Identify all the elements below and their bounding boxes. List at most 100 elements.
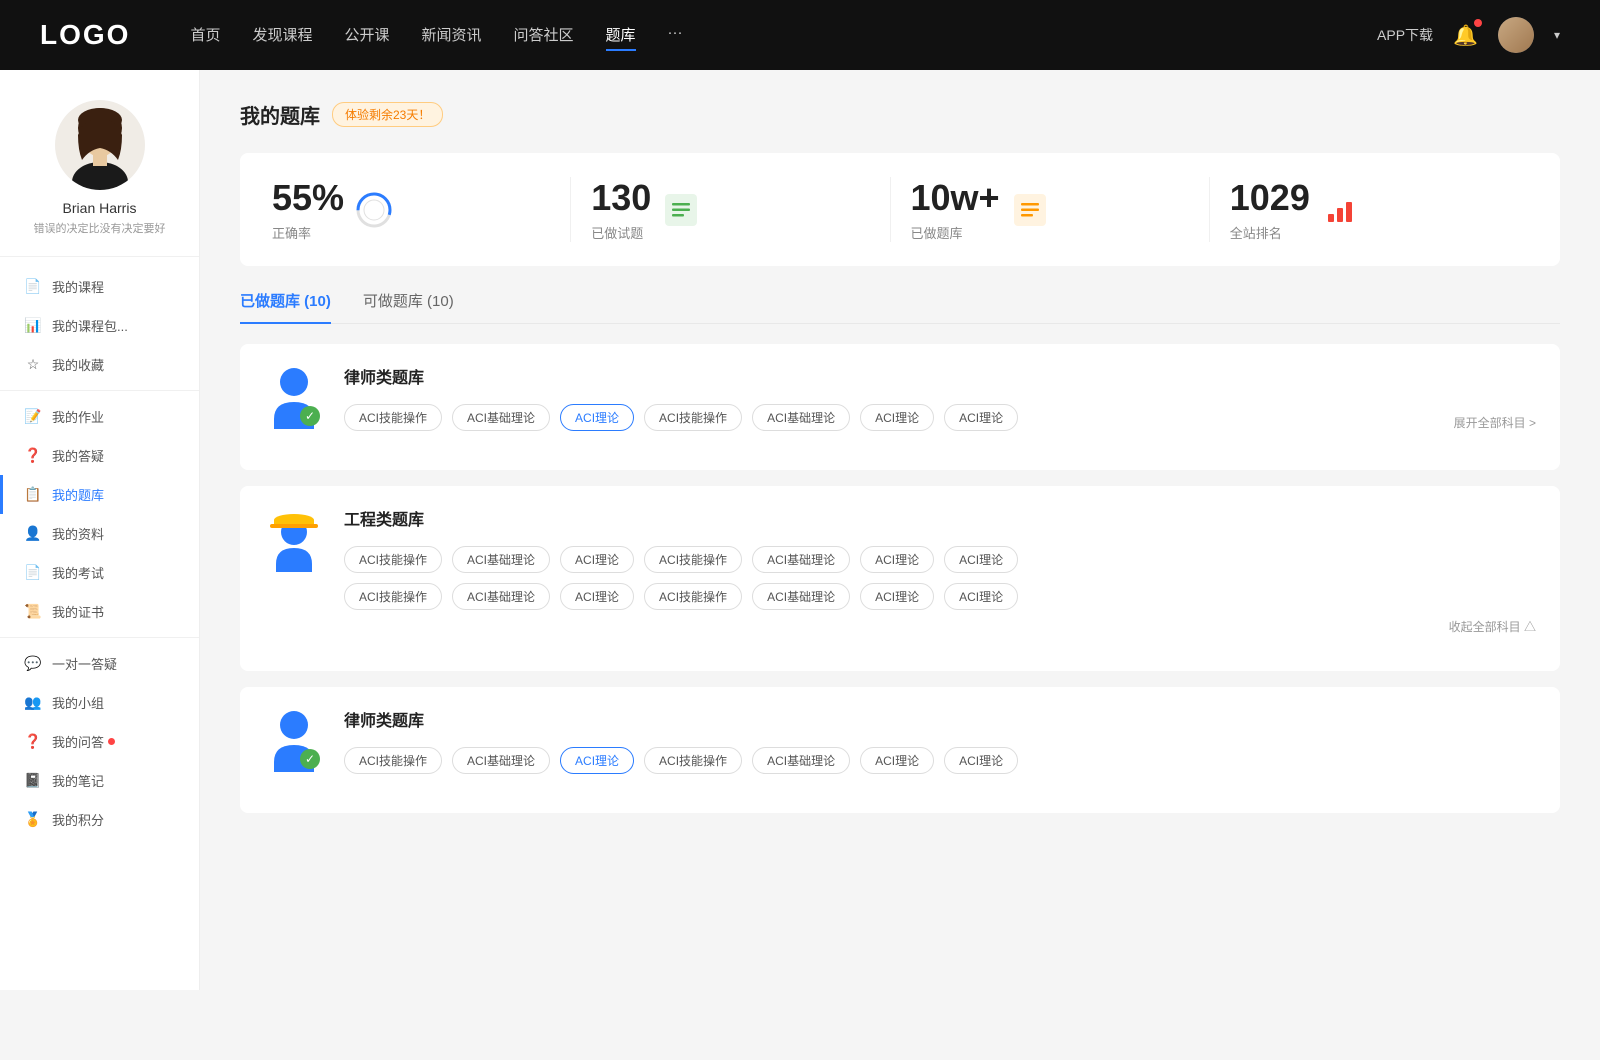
tag-item[interactable]: ACI理论 xyxy=(560,546,634,573)
nav-more[interactable]: ··· xyxy=(668,20,683,51)
sidebar-item-label: 我的考试 xyxy=(52,563,104,582)
tag-item-active[interactable]: ACI理论 xyxy=(560,404,634,431)
tag-item[interactable]: ACI理论 xyxy=(944,404,1018,431)
sidebar-item-label: 一对一答疑 xyxy=(52,654,117,673)
user-dropdown-icon[interactable]: ▾ xyxy=(1554,28,1560,42)
stat-ranking: 1029 全站排名 xyxy=(1210,177,1528,242)
sidebar-item-label: 我的问答 xyxy=(52,732,104,751)
sidebar-item-questions[interactable]: ❓ 我的问答 xyxy=(0,722,199,761)
tag-item[interactable]: ACI理论 xyxy=(860,583,934,610)
tags-footer: 收起全部科目 △ xyxy=(344,618,1536,635)
qbank-lawyer-2-content: 律师类题库 ACI技能操作 ACI基础理论 ACI理论 ACI技能操作 ACI基… xyxy=(344,707,1536,774)
page-header: 我的题库 体验剩余23天！ xyxy=(240,100,1560,129)
qbank-engineer-icon xyxy=(264,506,324,576)
sidebar-item-points[interactable]: 🏅 我的积分 xyxy=(0,800,199,839)
tag-item[interactable]: ACI理论 xyxy=(944,747,1018,774)
sidebar-item-group[interactable]: 👥 我的小组 xyxy=(0,683,199,722)
tag-item[interactable]: ACI基础理论 xyxy=(752,546,850,573)
qbank-lawyer-icon: ✓ xyxy=(264,364,324,434)
sidebar-item-1on1[interactable]: 💬 一对一答疑 xyxy=(0,644,199,683)
qbank-lawyer-1-content: 律师类题库 ACI技能操作 ACI基础理论 ACI理论 ACI技能操作 ACI基… xyxy=(344,364,1536,431)
app-download-button[interactable]: APP下载 xyxy=(1377,25,1433,45)
tag-item[interactable]: ACI基础理论 xyxy=(752,747,850,774)
notification-bell[interactable]: 🔔 xyxy=(1453,23,1478,48)
expand-link[interactable]: 展开全部科目 > xyxy=(1454,414,1536,431)
nav-home[interactable]: 首页 xyxy=(190,20,220,51)
sidebar-item-qbank[interactable]: 📋 我的题库 xyxy=(0,475,199,514)
tag-item[interactable]: ACI基础理论 xyxy=(452,546,550,573)
sidebar-item-exam[interactable]: 📄 我的考试 xyxy=(0,553,199,592)
qbank-lawyer-2-tags: ACI技能操作 ACI基础理论 ACI理论 ACI技能操作 ACI基础理论 AC… xyxy=(344,747,1536,774)
tag-item[interactable]: ACI基础理论 xyxy=(452,404,550,431)
qbank-engineer-tags-row2: ACI技能操作 ACI基础理论 ACI理论 ACI技能操作 ACI基础理论 AC… xyxy=(344,583,1536,610)
avatar-svg xyxy=(55,100,145,190)
pie-chart-icon xyxy=(356,192,392,228)
qbank-card-lawyer-1-header: ✓ 律师类题库 ACI技能操作 ACI基础理论 ACI理论 ACI技能操作 AC… xyxy=(264,364,1536,434)
tag-item[interactable]: ACI技能操作 xyxy=(644,747,742,774)
tag-item[interactable]: ACI理论 xyxy=(560,583,634,610)
tag-item[interactable]: ACI基础理论 xyxy=(452,747,550,774)
tag-item-active[interactable]: ACI理论 xyxy=(560,747,634,774)
qbank-engineer-tags-row1: ACI技能操作 ACI基础理论 ACI理论 ACI技能操作 ACI基础理论 AC… xyxy=(344,546,1536,573)
stat-done-questions-icon xyxy=(663,192,699,228)
tag-item[interactable]: ACI理论 xyxy=(860,546,934,573)
tag-item[interactable]: ACI理论 xyxy=(944,583,1018,610)
tag-item[interactable]: ACI技能操作 xyxy=(344,546,442,573)
list-green-icon xyxy=(665,194,697,226)
tag-item[interactable]: ACI理论 xyxy=(860,747,934,774)
sidebar-item-favorites[interactable]: ☆ 我的收藏 xyxy=(0,345,199,384)
logo: LOGO xyxy=(40,19,130,51)
tab-available-banks[interactable]: 可做题库 (10) xyxy=(363,290,454,323)
trial-badge: 体验剩余23天！ xyxy=(332,102,443,127)
qbank-card-lawyer-2-header: ✓ 律师类题库 ACI技能操作 ACI基础理论 ACI理论 ACI技能操作 AC… xyxy=(264,707,1536,777)
tag-item[interactable]: ACI理论 xyxy=(944,546,1018,573)
qbank-card-lawyer-1: ✓ 律师类题库 ACI技能操作 ACI基础理论 ACI理论 ACI技能操作 AC… xyxy=(240,344,1560,470)
svg-text:✓: ✓ xyxy=(305,409,315,423)
sidebar-item-profile[interactable]: 👤 我的资料 xyxy=(0,514,199,553)
tag-item[interactable]: ACI基础理论 xyxy=(752,404,850,431)
tab-done-banks[interactable]: 已做题库 (10) xyxy=(240,290,331,323)
nav-public-course[interactable]: 公开课 xyxy=(344,20,389,51)
stat-done-questions: 130 已做试题 xyxy=(571,177,890,242)
sidebar-item-label: 我的证书 xyxy=(52,602,104,621)
nav-qbank[interactable]: 题库 xyxy=(606,20,636,51)
sidebar-divider-1 xyxy=(0,390,199,391)
lawyer-2-svg-icon: ✓ xyxy=(264,707,324,777)
qbank-lawyer-1-tags: ACI技能操作 ACI基础理论 ACI理论 ACI技能操作 ACI基础理论 AC… xyxy=(344,404,1536,431)
stat-accuracy-icon xyxy=(356,192,392,228)
tag-item[interactable]: ACI技能操作 xyxy=(344,747,442,774)
sidebar-item-label: 我的笔记 xyxy=(52,771,104,790)
avatar[interactable] xyxy=(1498,17,1534,53)
sidebar-item-notes[interactable]: 📓 我的笔记 xyxy=(0,761,199,800)
sidebar-item-label: 我的小组 xyxy=(52,693,104,712)
qbank-card-engineer-header: 工程类题库 ACI技能操作 ACI基础理论 ACI理论 ACI技能操作 ACI基… xyxy=(264,506,1536,635)
sidebar-item-label: 我的题库 xyxy=(52,485,104,504)
tag-item[interactable]: ACI技能操作 xyxy=(344,404,442,431)
tag-item[interactable]: ACI基础理论 xyxy=(752,583,850,610)
tag-item[interactable]: ACI技能操作 xyxy=(344,583,442,610)
nav-discover[interactable]: 发现课程 xyxy=(252,20,312,51)
engineer-svg-icon xyxy=(264,506,324,576)
nav-news[interactable]: 新闻资讯 xyxy=(422,20,482,51)
tag-item[interactable]: ACI理论 xyxy=(860,404,934,431)
sidebar-item-homework[interactable]: 📝 我的作业 xyxy=(0,397,199,436)
homework-icon: 📝 xyxy=(24,408,42,426)
sidebar-item-course-packages[interactable]: 📊 我的课程包... xyxy=(0,306,199,345)
tag-item[interactable]: ACI技能操作 xyxy=(644,583,742,610)
nav-qa[interactable]: 问答社区 xyxy=(514,20,574,51)
sidebar-item-certificate[interactable]: 📜 我的证书 xyxy=(0,592,199,631)
sidebar-item-my-qa[interactable]: ❓ 我的答疑 xyxy=(0,436,199,475)
sidebar-item-label: 我的课程 xyxy=(52,277,104,296)
tag-item[interactable]: ACI基础理论 xyxy=(452,583,550,610)
tag-item[interactable]: ACI技能操作 xyxy=(644,404,742,431)
stat-ranking-text: 1029 全站排名 xyxy=(1230,177,1310,242)
tag-item[interactable]: ACI技能操作 xyxy=(644,546,742,573)
stat-done-banks-label: 已做题库 xyxy=(911,223,1000,242)
collapse-link[interactable]: 收起全部科目 △ xyxy=(1449,618,1536,635)
sidebar-avatar xyxy=(55,100,145,190)
qbank-lawyer-1-title: 律师类题库 xyxy=(344,364,1536,388)
sidebar-item-courses[interactable]: 📄 我的课程 xyxy=(0,267,199,306)
points-icon: 🏅 xyxy=(24,811,42,829)
profile-icon: 👤 xyxy=(24,525,42,543)
bell-icon: 🔔 xyxy=(1453,25,1478,47)
